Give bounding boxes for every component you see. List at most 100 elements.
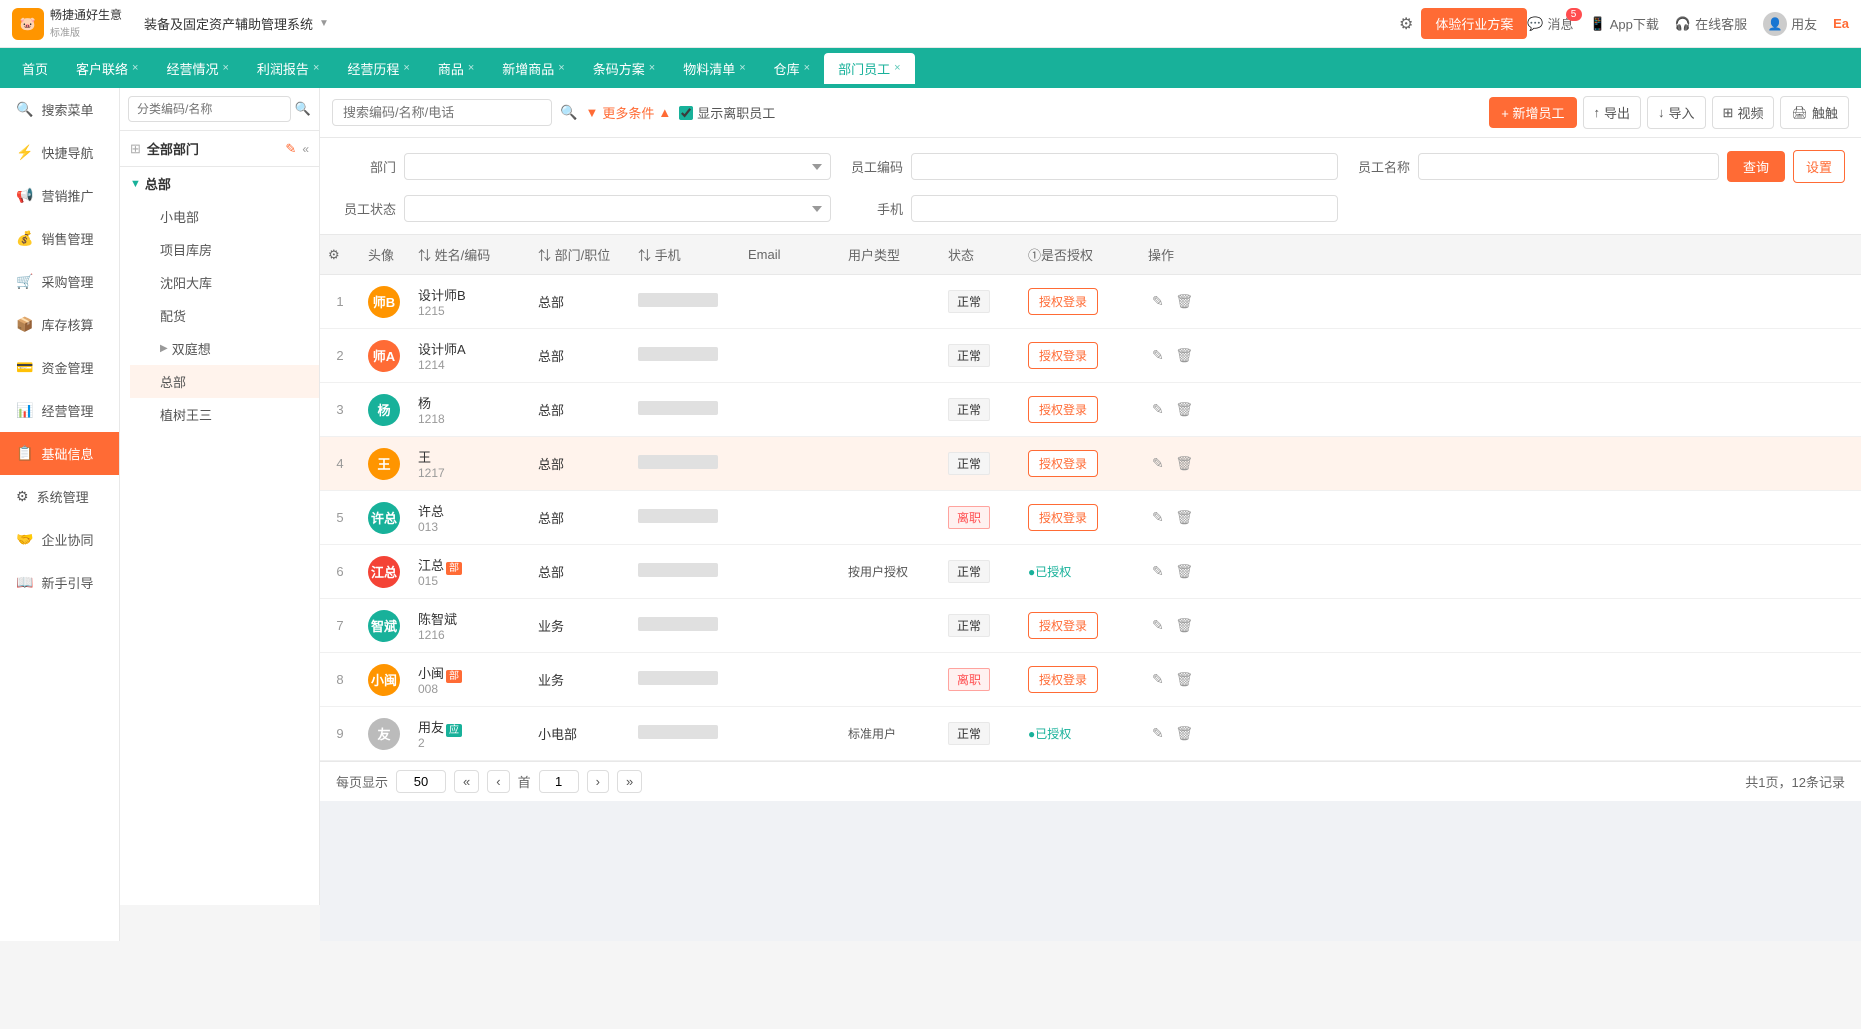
import-button[interactable]: ↓ 导入 xyxy=(1647,96,1706,129)
sidebar-item-inventory[interactable]: 📦 库存核算 xyxy=(0,303,119,346)
per-page-input[interactable] xyxy=(396,770,446,793)
tab-history[interactable]: 经营历程 × xyxy=(333,53,423,84)
th-settings[interactable]: ⚙ xyxy=(320,235,360,275)
tab-add-goods-close[interactable]: × xyxy=(558,62,564,74)
edit-button[interactable]: ✎ xyxy=(1148,615,1168,636)
next-page-button[interactable]: › xyxy=(587,770,609,793)
tab-barcode-close[interactable]: × xyxy=(649,62,655,74)
employee-search-button[interactable]: 🔍 xyxy=(560,104,577,121)
tab-customer-close[interactable]: × xyxy=(132,62,138,74)
dept-edit-icon[interactable]: ✎ xyxy=(285,141,296,157)
trial-button[interactable]: 体验行业方案 xyxy=(1421,8,1527,39)
sidebar-item-collab[interactable]: 🤝 企业协同 xyxy=(0,518,119,561)
authorize-button[interactable]: 授权登录 xyxy=(1028,396,1098,423)
employee-search-input[interactable] xyxy=(332,99,552,126)
show-resigned-checkbox-label[interactable]: 显示离职员工 xyxy=(679,103,775,122)
phone-filter-input[interactable] xyxy=(911,195,1338,222)
filter-search-button[interactable]: 查询 xyxy=(1727,151,1785,182)
tab-add-goods[interactable]: 新增商品 × xyxy=(488,53,578,84)
delete-button[interactable]: 🗑 xyxy=(1171,453,1197,474)
prev-page-button[interactable]: ‹ xyxy=(487,770,509,793)
dept-collapse-icon[interactable]: « xyxy=(302,142,309,156)
edit-button[interactable]: ✎ xyxy=(1148,669,1168,690)
sidebar-item-purchase[interactable]: 🛒 采购管理 xyxy=(0,260,119,303)
last-page-button[interactable]: » xyxy=(617,770,642,793)
dept-item-shenyang[interactable]: 沈阳大库 xyxy=(130,266,319,299)
edit-button[interactable]: ✎ xyxy=(1148,507,1168,528)
tab-profit[interactable]: 利润报告 × xyxy=(243,53,333,84)
message-button[interactable]: 💬 消息 5 xyxy=(1527,14,1573,33)
sidebar-item-operations[interactable]: 📊 经营管理 xyxy=(0,389,119,432)
sidebar-item-basic-info[interactable]: 📋 基础信息 xyxy=(0,432,119,475)
edit-button[interactable]: ✎ xyxy=(1148,453,1168,474)
tab-warehouse-close[interactable]: × xyxy=(804,62,810,74)
delete-button[interactable]: 🗑 xyxy=(1171,399,1197,420)
sidebar-item-finance[interactable]: 💳 资金管理 xyxy=(0,346,119,389)
authorize-button[interactable]: 授权登录 xyxy=(1028,504,1098,531)
sidebar-item-marketing[interactable]: 📢 营销推广 xyxy=(0,174,119,217)
gear-settings-button[interactable]: ⚙ xyxy=(1399,14,1413,34)
delete-button[interactable]: 🗑 xyxy=(1171,291,1197,312)
empname-filter-input[interactable] xyxy=(1418,153,1719,180)
tab-operation[interactable]: 经营情况 × xyxy=(152,53,242,84)
tab-bom[interactable]: 物料清单 × xyxy=(669,53,759,84)
print-button[interactable]: 🖨 触触 xyxy=(1780,96,1849,129)
th-phone[interactable]: ⇅ 手机 xyxy=(630,235,740,275)
app-download-button[interactable]: 📱 App下载 xyxy=(1590,14,1659,33)
dept-filter-select[interactable] xyxy=(404,153,831,180)
dept-item-root-zongbu[interactable]: ▼ 总部 xyxy=(120,167,319,200)
add-employee-button[interactable]: + 新增员工 xyxy=(1489,97,1576,128)
edit-button[interactable]: ✎ xyxy=(1148,345,1168,366)
filter-settings-button[interactable]: 设置 xyxy=(1793,150,1845,183)
authorize-button[interactable]: 授权登录 xyxy=(1028,288,1098,315)
edit-button[interactable]: ✎ xyxy=(1148,723,1168,744)
tab-home[interactable]: 首页 xyxy=(8,53,62,84)
view-mode-button[interactable]: ⊞ 视频 xyxy=(1712,96,1775,129)
delete-button[interactable]: 🗑 xyxy=(1171,507,1197,528)
empcode-filter-input[interactable] xyxy=(911,153,1338,180)
authorize-button[interactable]: 授权登录 xyxy=(1028,666,1098,693)
delete-button[interactable]: 🗑 xyxy=(1171,615,1197,636)
edit-button[interactable]: ✎ xyxy=(1148,291,1168,312)
authorize-button[interactable]: 授权登录 xyxy=(1028,342,1098,369)
delete-button[interactable]: 🗑 xyxy=(1171,561,1197,582)
tab-dept-employee-close[interactable]: × xyxy=(894,62,900,74)
show-resigned-checkbox[interactable] xyxy=(679,106,693,120)
online-service-button[interactable]: 🎧 在线客服 xyxy=(1675,14,1747,33)
dept-search-icon[interactable]: 🔍 xyxy=(295,101,311,117)
tab-operation-close[interactable]: × xyxy=(222,62,228,74)
sidebar-item-search[interactable]: 🔍 搜索菜单 xyxy=(0,88,119,131)
system-title-dropdown-icon[interactable]: ▼ xyxy=(319,18,329,29)
sidebar-item-guide[interactable]: 📖 新手引导 xyxy=(0,561,119,604)
delete-button[interactable]: 🗑 xyxy=(1171,669,1197,690)
edit-button[interactable]: ✎ xyxy=(1148,561,1168,582)
authorize-button[interactable]: 授权登录 xyxy=(1028,612,1098,639)
dept-item-peihuo[interactable]: 配货 xyxy=(130,299,319,332)
dept-item-xiangmukufang[interactable]: 项目库房 xyxy=(130,233,319,266)
tab-profit-close[interactable]: × xyxy=(313,62,319,74)
first-page-button[interactable]: « xyxy=(454,770,479,793)
tab-goods[interactable]: 商品 × xyxy=(424,53,488,84)
dept-search-input[interactable] xyxy=(128,96,291,122)
sidebar-item-sales[interactable]: 💰 销售管理 xyxy=(0,217,119,260)
sidebar-item-system[interactable]: ⚙ 系统管理 xyxy=(0,475,119,518)
tab-bom-close[interactable]: × xyxy=(739,62,745,74)
delete-button[interactable]: 🗑 xyxy=(1171,723,1197,744)
page-input[interactable] xyxy=(539,770,579,793)
tab-goods-close[interactable]: × xyxy=(468,62,474,74)
th-name[interactable]: ⇅ 姓名/编码 xyxy=(410,235,530,275)
delete-button[interactable]: 🗑 xyxy=(1171,345,1197,366)
more-filter-button[interactable]: ▼ 更多条件 ▲ xyxy=(585,103,671,122)
authorize-button[interactable]: 授权登录 xyxy=(1028,450,1098,477)
tab-history-close[interactable]: × xyxy=(403,62,409,74)
export-button[interactable]: ↑ 导出 xyxy=(1583,96,1642,129)
dept-item-zhushuwangsan[interactable]: 植树王三 xyxy=(130,398,319,431)
dept-item-zongbu-sub[interactable]: 总部 xyxy=(130,365,319,398)
tab-customer[interactable]: 客户联络 × xyxy=(62,53,152,84)
dept-item-shuangting[interactable]: ▶ 双庭想 xyxy=(130,332,319,365)
th-dept[interactable]: ⇅ 部门/职位 xyxy=(530,235,630,275)
dept-item-xiaodianbu[interactable]: 小电部 xyxy=(130,200,319,233)
tab-warehouse[interactable]: 仓库 × xyxy=(760,53,824,84)
user-avatar-button[interactable]: 👤 用友 xyxy=(1763,12,1817,36)
tab-dept-employee[interactable]: 部门员工 × xyxy=(824,53,914,84)
